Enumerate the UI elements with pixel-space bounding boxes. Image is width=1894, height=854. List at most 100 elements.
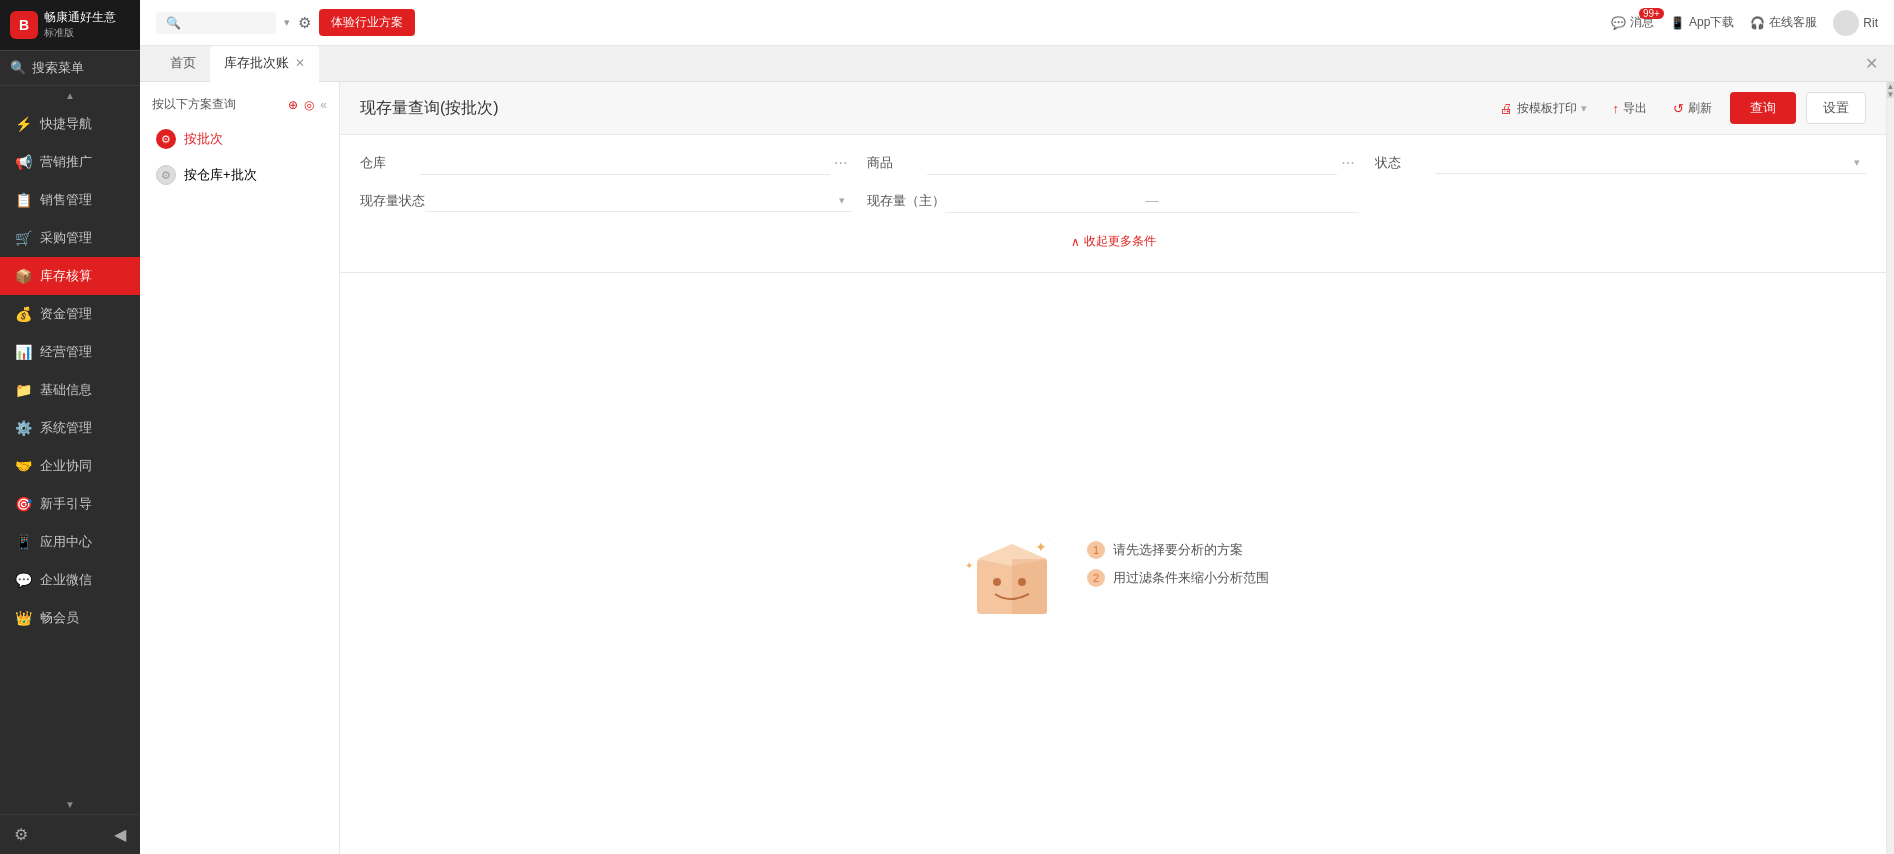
schema-inactive-icon: ⚙ [156,165,176,185]
sidebar-item-members[interactable]: 👑 畅会员 [0,599,140,637]
user-avatar-btn[interactable]: Rit [1833,10,1878,36]
refresh-btn[interactable]: ↺ 刷新 [1665,96,1720,121]
svg-point-3 [993,578,1001,586]
export-btn[interactable]: ↑ 导出 [1605,96,1656,121]
empty-illustration: ✦ ✦ · [957,514,1057,614]
product-dots[interactable]: ··· [1337,154,1358,172]
settings-btn[interactable]: 设置 [1806,92,1866,124]
schema-by-batch[interactable]: ⚙ 按批次 [140,121,339,157]
product-input[interactable] [927,151,1337,175]
stock-status-label: 现存量状态 [360,192,425,210]
print-dropdown-icon[interactable]: ▾ [1581,102,1587,115]
stock-qty-to[interactable] [1167,193,1353,208]
marketing-icon: 📢 [14,153,32,171]
empty-hints: 1 请先选择要分析的方案 2 用过滤条件来缩小分析范围 [1087,541,1269,587]
stock-qty-from[interactable] [951,193,1137,208]
collapse-row[interactable]: ∧ 收起更多条件 [360,227,1866,256]
messages-btn[interactable]: 💬 消息 99+ [1611,14,1654,31]
sidebar-item-enterprise[interactable]: 🤝 企业协同 [0,447,140,485]
sidebar-scroll-up[interactable]: ▲ [0,86,140,105]
online-service-label: 在线客服 [1769,14,1817,31]
topbar-search[interactable]: 🔍 [156,12,276,34]
sidebar-item-label: 采购管理 [40,229,92,247]
tabbar: 首页 库存批次账 ✕ ✕ [140,46,1894,82]
sidebar-item-label: 资金管理 [40,305,92,323]
print-btn[interactable]: 🖨 按模板打印 ▾ [1492,96,1595,121]
sidebar-item-label: 营销推广 [40,153,92,171]
warehouse-label: 仓库 [360,154,420,172]
tab-home[interactable]: 首页 [156,46,210,82]
page-actions: 🖨 按模板打印 ▾ ↑ 导出 ↺ 刷新 查询 设置 [1492,92,1867,124]
tab-home-label: 首页 [170,54,196,72]
status-select[interactable]: ▾ [1435,152,1866,174]
quick-nav-icon: ⚡ [14,115,32,133]
enterprise-icon: 🤝 [14,457,32,475]
app-download-icon: 📱 [1670,16,1685,30]
sidebar-item-purchase[interactable]: 🛒 采购管理 [0,219,140,257]
svg-text:✦: ✦ [1035,539,1047,555]
sidebar-item-basic-info[interactable]: 📁 基础信息 [0,371,140,409]
filter-row-2: 现存量状态 ▾ 现存量（主） — [360,189,1866,213]
warehouse-input[interactable] [420,151,830,175]
svg-text:✦: ✦ [965,560,973,571]
collapse-sidebar-icon[interactable]: ◀ [114,825,126,844]
stock-qty-field: 现存量（主） — [867,189,1358,213]
status-chevron-icon: ▾ [1854,156,1860,169]
sidebar-item-quick-nav[interactable]: ⚡ 快捷导航 [0,105,140,143]
export-label: 导出 [1623,100,1647,117]
warehouse-field: 仓库 ··· [360,151,851,175]
sidebar-item-newbie[interactable]: 🎯 新手引导 [0,485,140,523]
sidebar-item-operations[interactable]: 📊 经营管理 [0,333,140,371]
hint-text-1: 请先选择要分析的方案 [1113,541,1243,559]
sidebar-item-corp-wechat[interactable]: 💬 企业微信 [0,561,140,599]
sidebar-scroll-down[interactable]: ▼ [0,795,140,814]
sidebar-item-sales[interactable]: 📋 销售管理 [0,181,140,219]
app-download-btn[interactable]: 📱 App下载 [1670,14,1734,31]
sidebar-item-label: 库存核算 [40,267,92,285]
sidebar-item-inventory[interactable]: 📦 库存核算 [0,257,140,295]
schema-by-warehouse-batch[interactable]: ⚙ 按仓库+批次 [140,157,339,193]
stock-status-chevron-icon: ▾ [839,194,845,207]
scroll-down-btn[interactable]: ▼ [1887,90,1894,98]
message-icon: 💬 [1611,16,1626,30]
empty-hint-1: 1 请先选择要分析的方案 [1087,541,1269,559]
app-download-label: App下载 [1689,14,1734,31]
stock-status-select[interactable]: ▾ [425,190,851,212]
sales-icon: 📋 [14,191,32,209]
svg-rect-2 [1012,559,1047,614]
left-panel: 按以下方案查询 ⊕ ◎ « ⚙ 按批次 ⚙ 按仓库+批次 [140,82,340,854]
warehouse-dots[interactable]: ··· [830,154,851,172]
refresh-icon: ↺ [1673,101,1684,116]
settings-icon[interactable]: ⚙ [14,825,28,844]
schema-by-batch-label: 按批次 [184,130,223,148]
trial-btn[interactable]: 体验行业方案 [319,9,415,36]
collapse-schema-icon[interactable]: « [320,98,327,112]
right-scrollbar[interactable]: ▲ ▼ [1886,82,1894,854]
topbar-gear-icon[interactable]: ⚙ [298,14,311,32]
svg-text:·: · [1047,535,1049,544]
sidebar-item-label: 畅会员 [40,609,79,627]
right-content: 现存量查询(按批次) 🖨 按模板打印 ▾ ↑ 导出 ↺ 刷新 [340,82,1886,854]
filter-row-1: 仓库 ··· 商品 ··· 状态 ▾ [360,151,1866,175]
topbar: 🔍 ▾ ⚙ 体验行业方案 💬 消息 99+ 📱 App下载 🎧 在线客服 Ri [140,0,1894,46]
sidebar-item-marketing[interactable]: 📢 营销推广 [0,143,140,181]
topbar-right: 💬 消息 99+ 📱 App下载 🎧 在线客服 Rit [1611,10,1878,36]
add-schema-icon[interactable]: ⊕ [288,98,298,112]
sidebar-item-app-center[interactable]: 📱 应用中心 [0,523,140,561]
close-panel-icon[interactable]: ✕ [1865,54,1878,73]
online-service-btn[interactable]: 🎧 在线客服 [1750,14,1817,31]
purchase-icon: 🛒 [14,229,32,247]
svg-point-4 [1018,578,1026,586]
tab-close-icon[interactable]: ✕ [295,56,305,70]
messages-badge: 99+ [1639,8,1664,19]
print-icon: 🖨 [1500,101,1513,116]
sidebar-item-finance[interactable]: 💰 资金管理 [0,295,140,333]
topbar-dropdown-icon[interactable]: ▾ [284,16,290,29]
sidebar-item-system[interactable]: ⚙️ 系统管理 [0,409,140,447]
search-menu[interactable]: 🔍 搜索菜单 [0,51,140,86]
tab-inventory-batch[interactable]: 库存批次账 ✕ [210,46,319,82]
empty-state: ✦ ✦ · 1 请先选择要分析的方案 2 用过滤条件来缩小分析范围 [340,273,1886,854]
settings-schema-icon[interactable]: ◎ [304,98,314,112]
search-menu-label: 搜索菜单 [32,59,84,77]
query-btn[interactable]: 查询 [1730,92,1796,124]
